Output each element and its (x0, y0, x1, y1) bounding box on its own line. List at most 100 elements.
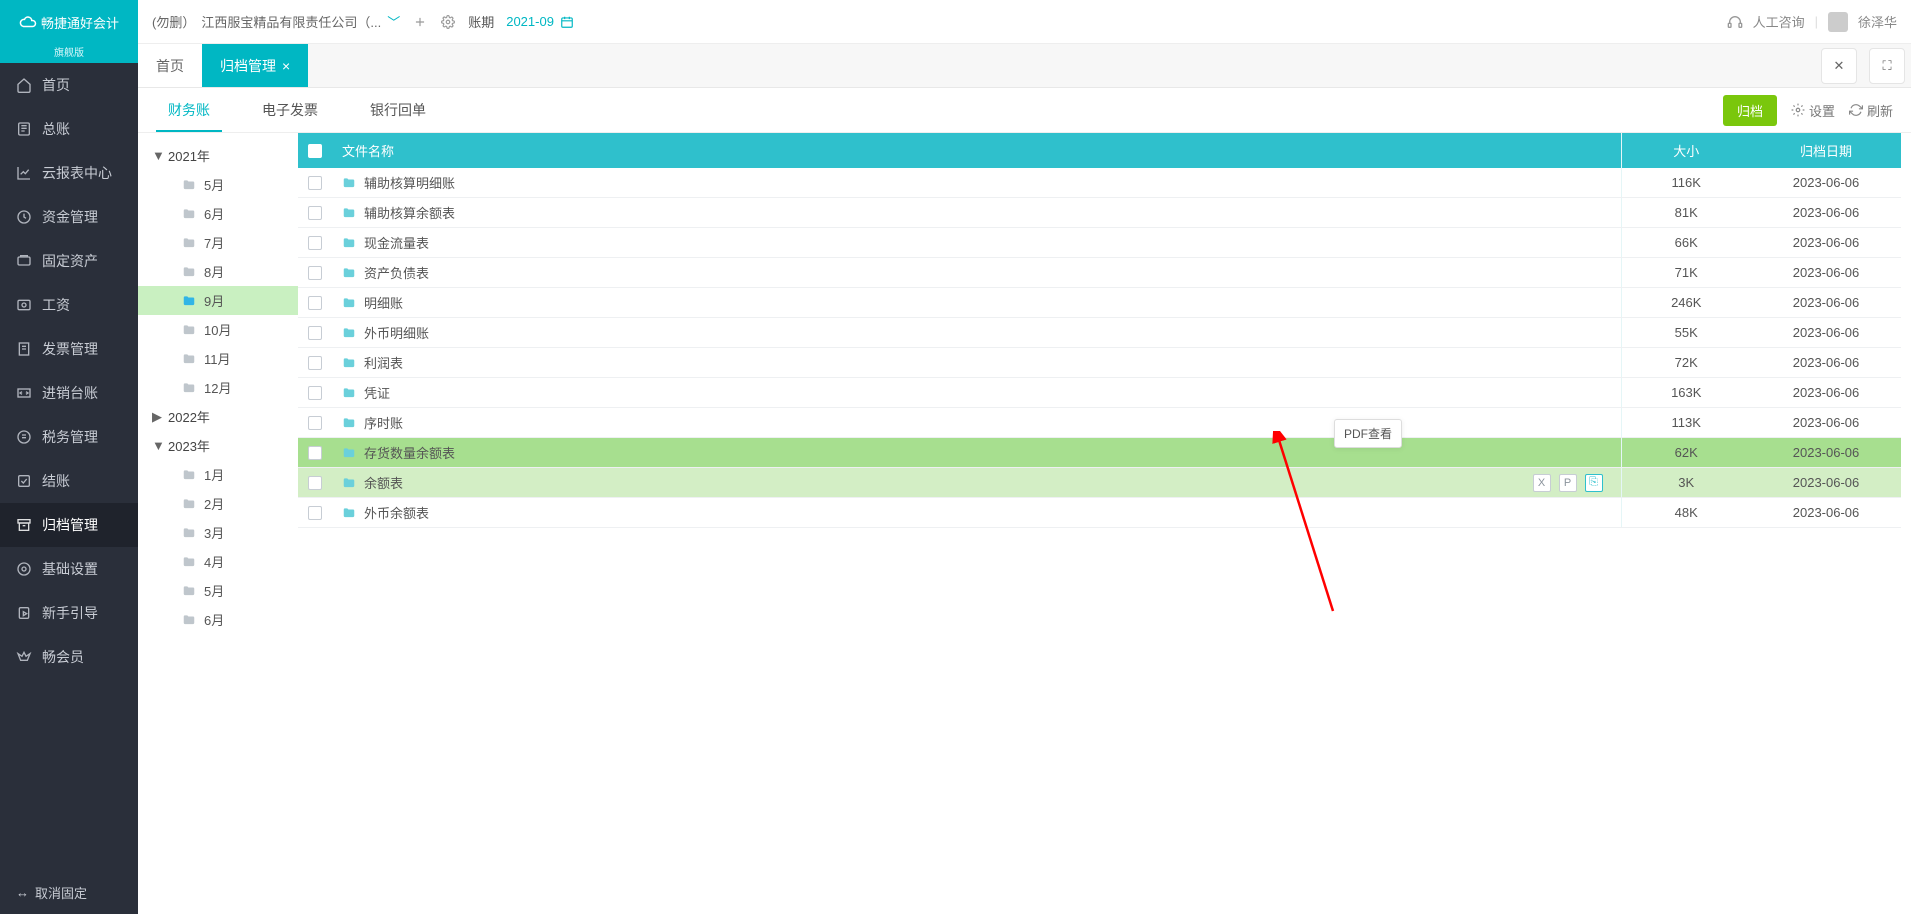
folder-icon (342, 236, 356, 250)
th-filename: 文件名称 (332, 133, 1621, 168)
file-name: 余额表 (364, 473, 403, 492)
table-row[interactable]: 外币余额表48K2023-06-06 (298, 498, 1901, 528)
help-link[interactable]: 人工咨询 (1753, 12, 1805, 31)
add-icon[interactable] (412, 14, 428, 30)
row-checkbox[interactable] (308, 506, 322, 520)
sidebar-unpin[interactable]: ↔ 取消固定 (0, 871, 138, 914)
tab-archive[interactable]: 归档管理 × (202, 44, 308, 87)
settings-link[interactable]: 设置 (1791, 101, 1835, 120)
tab-home[interactable]: 首页 (138, 44, 202, 87)
gear-icon[interactable] (440, 14, 456, 30)
fullscreen-button[interactable]: ⛶ (1869, 48, 1905, 84)
nav-archive[interactable]: 归档管理 (0, 503, 138, 547)
file-name: 存货数量余额表 (364, 443, 455, 462)
folder-icon (182, 497, 196, 511)
subtab-1[interactable]: 电子发票 (250, 90, 330, 132)
tree-month[interactable]: 6月 (138, 605, 298, 634)
tree-month[interactable]: 2月 (138, 489, 298, 518)
nav-invoice[interactable]: 发票管理 (0, 327, 138, 371)
row-checkbox[interactable] (308, 266, 322, 280)
row-checkbox[interactable] (308, 326, 322, 340)
tree-month[interactable]: 8月 (138, 257, 298, 286)
nav-ledger[interactable]: 总账 (0, 107, 138, 151)
row-checkbox[interactable] (308, 356, 322, 370)
row-checkbox[interactable] (308, 296, 322, 310)
row-checkbox[interactable] (308, 206, 322, 220)
pdf-view-icon[interactable]: ⎘ (1585, 474, 1603, 492)
file-size: 72K (1621, 348, 1751, 378)
nav-chart[interactable]: 云报表中心 (0, 151, 138, 195)
tree-year[interactable]: ▼2021年 (138, 141, 298, 170)
subtab-2[interactable]: 银行回单 (358, 90, 438, 132)
row-checkbox[interactable] (308, 416, 322, 430)
tree-month[interactable]: 5月 (138, 170, 298, 199)
excel-download-icon[interactable]: X (1533, 474, 1551, 492)
th-checkbox[interactable] (298, 133, 332, 168)
nav-asset[interactable]: 固定资产 (0, 239, 138, 283)
nav-tax[interactable]: 税务管理 (0, 415, 138, 459)
row-checkbox[interactable] (308, 386, 322, 400)
page-tabs: 首页 归档管理 × ✕ ⛶ (138, 44, 1911, 88)
table-row[interactable]: 存货数量余额表62K2023-06-06 (298, 438, 1901, 468)
tree-month[interactable]: 11月 (138, 344, 298, 373)
row-checkbox[interactable] (308, 176, 322, 190)
table-row[interactable]: 资产负债表71K2023-06-06 (298, 258, 1901, 288)
close-tab-button[interactable]: ✕ (1821, 48, 1857, 84)
table-row[interactable]: 现金流量表66K2023-06-06 (298, 228, 1901, 258)
file-size: 66K (1621, 228, 1751, 258)
tree-month[interactable]: 4月 (138, 547, 298, 576)
folder-icon (182, 323, 196, 337)
tree-month[interactable]: 6月 (138, 199, 298, 228)
tree-month[interactable]: 12月 (138, 373, 298, 402)
action-bar: 归档 设置 刷新 (1723, 88, 1911, 132)
nav-guide[interactable]: 新手引导 (0, 591, 138, 635)
tree-year[interactable]: ▶2022年 (138, 402, 298, 431)
table-row[interactable]: 辅助核算明细账116K2023-06-06 (298, 168, 1901, 198)
nav-salary[interactable]: 工资 (0, 283, 138, 327)
folder-icon (342, 506, 356, 520)
company-selector[interactable]: (勿删） 江西服宝精品有限责任公司（... ﹀ (152, 12, 400, 31)
row-checkbox[interactable] (308, 476, 322, 490)
tree-month[interactable]: 5月 (138, 576, 298, 605)
row-checkbox[interactable] (308, 446, 322, 460)
table-row[interactable]: 序时账113K2023-06-06 (298, 408, 1901, 438)
table-row[interactable]: 利润表72K2023-06-06 (298, 348, 1901, 378)
subtab-0[interactable]: 财务账 (156, 90, 222, 132)
file-date: 2023-06-06 (1751, 498, 1901, 528)
table-row[interactable]: 明细账246K2023-06-06 (298, 288, 1901, 318)
file-date: 2023-06-06 (1751, 198, 1901, 228)
tree-month[interactable]: 3月 (138, 518, 298, 547)
folder-icon (182, 294, 196, 308)
table-row[interactable]: 外币明细账55K2023-06-06 (298, 318, 1901, 348)
period-selector[interactable]: 2021-09 (506, 14, 574, 29)
guide-icon (16, 605, 32, 621)
file-date: 2023-06-06 (1751, 258, 1901, 288)
folder-icon (342, 356, 356, 370)
gear-icon (16, 561, 32, 577)
row-checkbox[interactable] (308, 236, 322, 250)
nav-gear[interactable]: 基础设置 (0, 547, 138, 591)
nav-wallet[interactable]: 资金管理 (0, 195, 138, 239)
folder-icon (182, 236, 196, 250)
wallet-icon (16, 209, 32, 225)
tree-month[interactable]: 1月 (138, 460, 298, 489)
archive-button[interactable]: 归档 (1723, 95, 1777, 126)
nav-home[interactable]: 首页 (0, 63, 138, 107)
tree-year[interactable]: ▼2023年 (138, 431, 298, 460)
nav-inout[interactable]: 进销台账 (0, 371, 138, 415)
file-size: 71K (1621, 258, 1751, 288)
table-row[interactable]: 辅助核算余额表81K2023-06-06 (298, 198, 1901, 228)
close-icon[interactable]: × (282, 58, 290, 74)
th-date: 归档日期 (1751, 133, 1901, 168)
tree-month[interactable]: 7月 (138, 228, 298, 257)
tree-month[interactable]: 9月 (138, 286, 298, 315)
pdf-download-icon[interactable]: P (1559, 474, 1577, 492)
archive-icon (16, 517, 32, 533)
nav-close[interactable]: 结账 (0, 459, 138, 503)
tree-month[interactable]: 10月 (138, 315, 298, 344)
refresh-link[interactable]: 刷新 (1849, 101, 1893, 120)
table-row[interactable]: 凭证163K2023-06-06 (298, 378, 1901, 408)
nav-vip[interactable]: 畅会员 (0, 635, 138, 679)
table-row[interactable]: 余额表XP⎘3K2023-06-06 (298, 468, 1901, 498)
avatar[interactable] (1828, 12, 1848, 32)
